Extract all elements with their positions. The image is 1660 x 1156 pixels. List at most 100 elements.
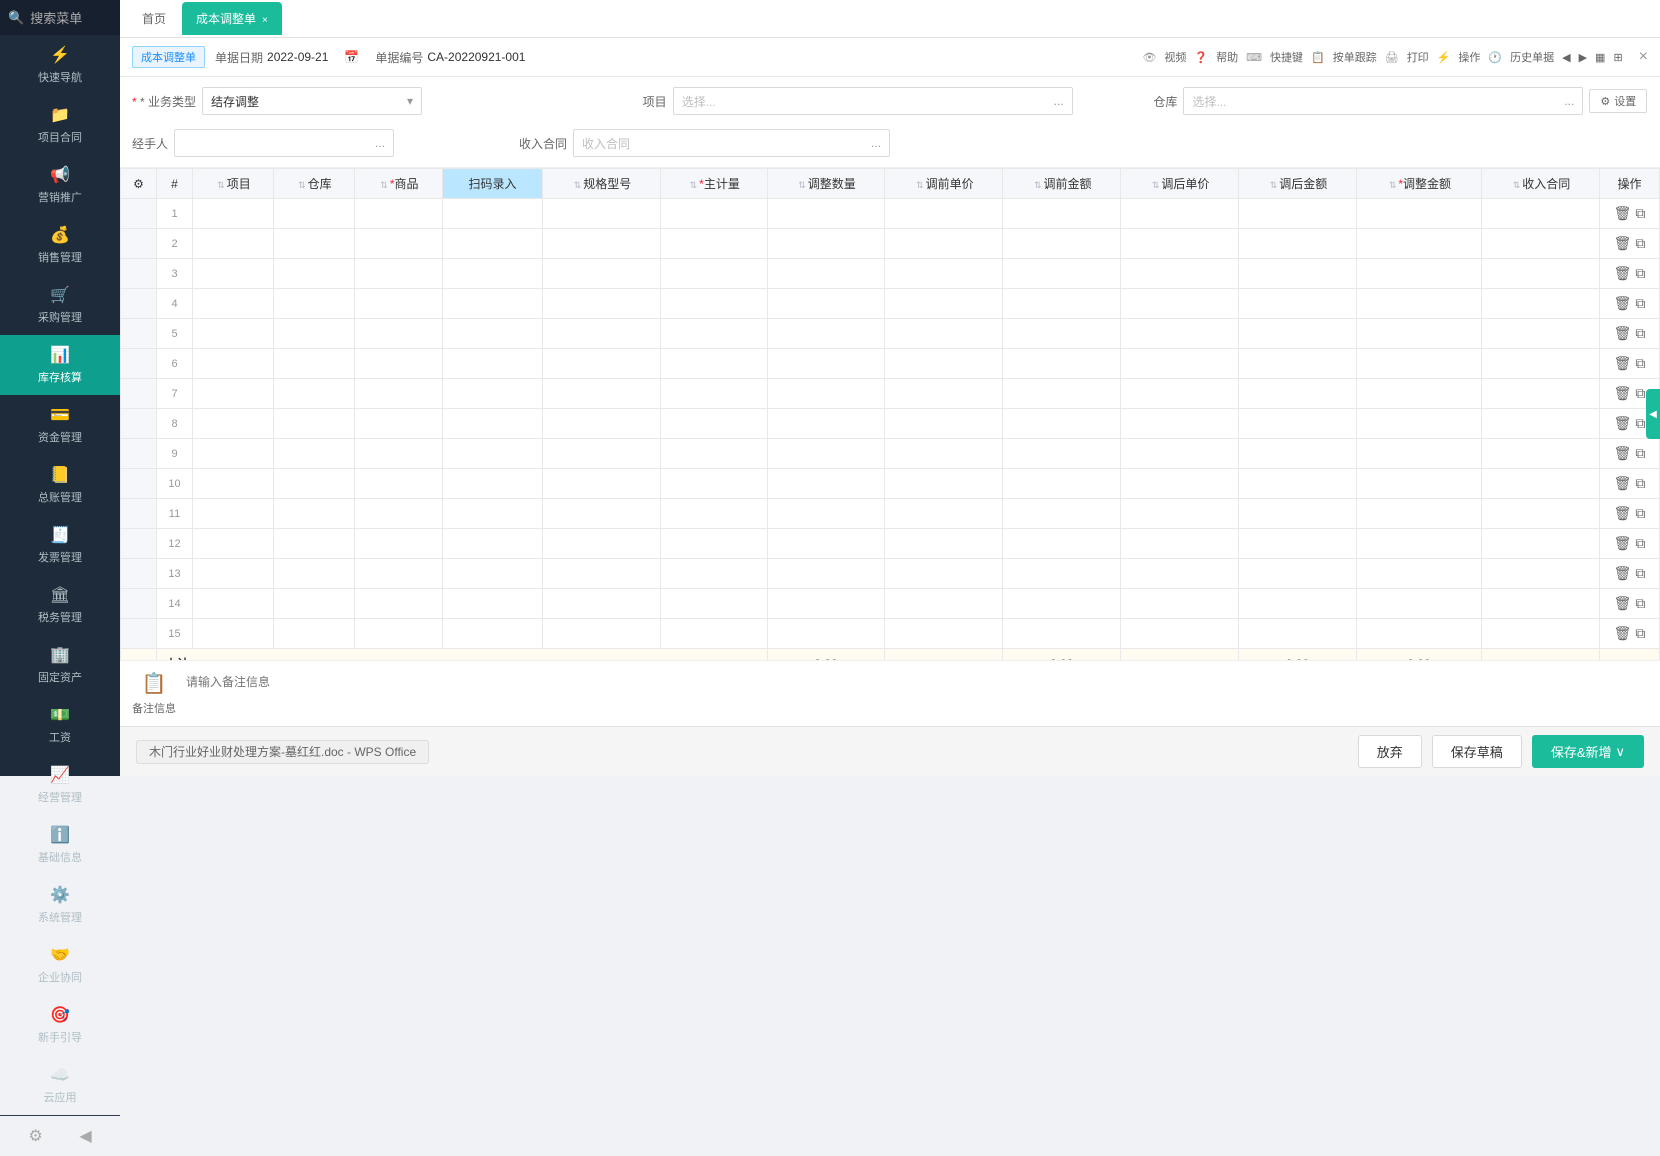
- row-settings-3[interactable]: [121, 259, 157, 289]
- cell-7-12[interactable]: [1481, 379, 1599, 409]
- cell-5-1[interactable]: [273, 319, 354, 349]
- copy-icon-2[interactable]: ⧉: [1635, 235, 1645, 252]
- cell-2-0[interactable]: [193, 229, 274, 259]
- nav-prev-btn[interactable]: ◀: [1562, 51, 1570, 64]
- cell-4-9[interactable]: [1121, 289, 1239, 319]
- sidebar-item-cloud-apps[interactable]: ☁️云应用: [0, 1055, 120, 1115]
- cell-9-6[interactable]: [767, 439, 885, 469]
- cell-14-8[interactable]: [1003, 589, 1121, 619]
- cell-4-6[interactable]: [767, 289, 885, 319]
- cell-5-9[interactable]: [1121, 319, 1239, 349]
- cell-12-8[interactable]: [1003, 529, 1121, 559]
- sidebar-item-quick-nav[interactable]: ⚡快速导航: [0, 35, 120, 95]
- calendar-icon[interactable]: 📅: [344, 50, 359, 64]
- delete-icon-12[interactable]: 🗑: [1614, 535, 1632, 552]
- cell-9-3[interactable]: [442, 439, 542, 469]
- sidebar-item-salary[interactable]: 💵工资: [0, 695, 120, 755]
- history-btn[interactable]: 历史单据: [1510, 49, 1554, 65]
- cell-2-6[interactable]: [767, 229, 885, 259]
- cell-4-12[interactable]: [1481, 289, 1599, 319]
- cell-11-11[interactable]: [1356, 499, 1481, 529]
- copy-icon-14[interactable]: ⧉: [1635, 595, 1645, 612]
- cell-5-3[interactable]: [442, 319, 542, 349]
- cell-5-8[interactable]: [1003, 319, 1121, 349]
- cell-7-1[interactable]: [273, 379, 354, 409]
- cell-12-0[interactable]: [193, 529, 274, 559]
- tab-close-成本调整单[interactable]: ×: [262, 15, 268, 26]
- save-new-button[interactable]: 保存&新增 ∨: [1532, 735, 1644, 768]
- row-settings-11[interactable]: [121, 499, 157, 529]
- cell-7-5[interactable]: [660, 379, 767, 409]
- cell-8-7[interactable]: [885, 409, 1003, 439]
- row-settings-8[interactable]: [121, 409, 157, 439]
- cell-13-2[interactable]: [354, 559, 442, 589]
- cell-10-2[interactable]: [354, 469, 442, 499]
- sidebar-item-operations[interactable]: 📈经营管理: [0, 755, 120, 815]
- biz-type-input[interactable]: 结存调整 ▾: [202, 87, 422, 115]
- cell-11-12[interactable]: [1481, 499, 1599, 529]
- cell-3-12[interactable]: [1481, 259, 1599, 289]
- cell-9-0[interactable]: [193, 439, 274, 469]
- copy-icon-8[interactable]: ⧉: [1635, 415, 1645, 432]
- col-settings[interactable]: ⚙: [121, 169, 157, 199]
- cell-7-7[interactable]: [885, 379, 1003, 409]
- cell-3-7[interactable]: [885, 259, 1003, 289]
- cell-8-10[interactable]: [1239, 409, 1357, 439]
- cell-4-3[interactable]: [442, 289, 542, 319]
- copy-icon-4[interactable]: ⧉: [1635, 295, 1645, 312]
- copy-icon-1[interactable]: ⧉: [1635, 205, 1645, 222]
- copy-icon-9[interactable]: ⧉: [1635, 445, 1645, 462]
- cell-2-8[interactable]: [1003, 229, 1121, 259]
- cell-15-2[interactable]: [354, 619, 442, 649]
- cell-1-5[interactable]: [660, 199, 767, 229]
- cell-7-9[interactable]: [1121, 379, 1239, 409]
- cell-6-1[interactable]: [273, 349, 354, 379]
- cell-11-5[interactable]: [660, 499, 767, 529]
- cell-12-11[interactable]: [1356, 529, 1481, 559]
- cell-3-0[interactable]: [193, 259, 274, 289]
- review-btn[interactable]: 按单跟踪: [1333, 49, 1377, 65]
- cell-9-12[interactable]: [1481, 439, 1599, 469]
- cell-9-2[interactable]: [354, 439, 442, 469]
- cell-4-4[interactable]: [543, 289, 661, 319]
- copy-icon-12[interactable]: ⧉: [1635, 535, 1645, 552]
- copy-icon-15[interactable]: ⧉: [1635, 625, 1645, 642]
- cell-15-9[interactable]: [1121, 619, 1239, 649]
- cell-6-2[interactable]: [354, 349, 442, 379]
- cell-2-1[interactable]: [273, 229, 354, 259]
- cell-5-2[interactable]: [354, 319, 442, 349]
- row-settings-12[interactable]: [121, 529, 157, 559]
- cell-7-3[interactable]: [442, 379, 542, 409]
- cell-5-5[interactable]: [660, 319, 767, 349]
- cell-5-11[interactable]: [1356, 319, 1481, 349]
- cell-4-7[interactable]: [885, 289, 1003, 319]
- cell-4-2[interactable]: [354, 289, 442, 319]
- cell-14-1[interactable]: [273, 589, 354, 619]
- cell-3-9[interactable]: [1121, 259, 1239, 289]
- cell-13-12[interactable]: [1481, 559, 1599, 589]
- cell-5-12[interactable]: [1481, 319, 1599, 349]
- cell-1-2[interactable]: [354, 199, 442, 229]
- col-scan[interactable]: 扫码录入: [442, 169, 542, 199]
- cell-3-10[interactable]: [1239, 259, 1357, 289]
- cell-11-1[interactable]: [273, 499, 354, 529]
- cell-8-1[interactable]: [273, 409, 354, 439]
- cell-9-9[interactable]: [1121, 439, 1239, 469]
- cell-10-9[interactable]: [1121, 469, 1239, 499]
- sidebar-item-inventory-calc[interactable]: 📊库存核算: [0, 335, 120, 395]
- cell-10-5[interactable]: [660, 469, 767, 499]
- copy-icon-11[interactable]: ⧉: [1635, 505, 1645, 522]
- row-settings-9[interactable]: [121, 439, 157, 469]
- sidebar-item-new-guide[interactable]: 🎯新手引导: [0, 995, 120, 1055]
- delete-icon-7[interactable]: 🗑: [1614, 385, 1632, 402]
- cell-13-8[interactable]: [1003, 559, 1121, 589]
- cell-10-0[interactable]: [193, 469, 274, 499]
- warehouse-input[interactable]: 选择... ...: [1183, 87, 1583, 115]
- cell-14-11[interactable]: [1356, 589, 1481, 619]
- cell-10-8[interactable]: [1003, 469, 1121, 499]
- cell-8-12[interactable]: [1481, 409, 1599, 439]
- handler-dots[interactable]: ...: [375, 136, 385, 150]
- copy-icon-13[interactable]: ⧉: [1635, 565, 1645, 582]
- copy-icon-5[interactable]: ⧉: [1635, 325, 1645, 342]
- cell-7-10[interactable]: [1239, 379, 1357, 409]
